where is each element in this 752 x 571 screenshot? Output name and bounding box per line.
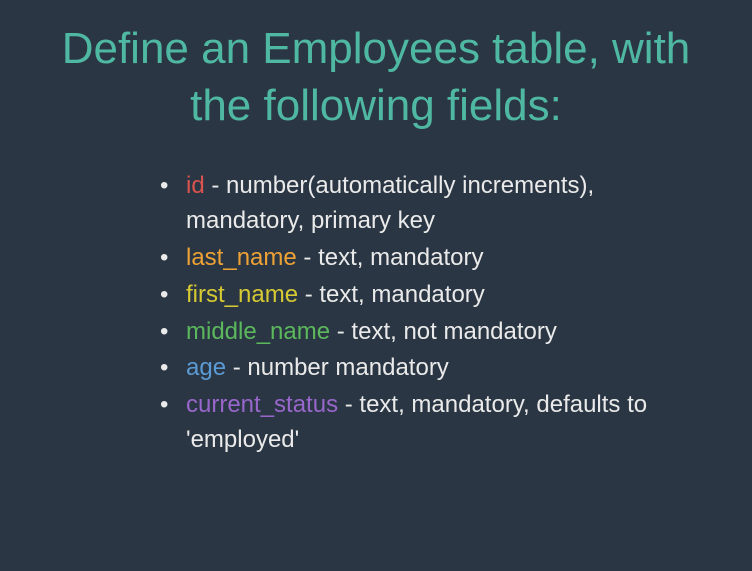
- list-item: last_name - text, mandatory: [160, 241, 712, 276]
- field-name-middle-name: middle_name: [186, 318, 330, 345]
- field-desc: - number(automatically increments), mand…: [186, 172, 594, 234]
- list-item: age - number mandatory: [160, 351, 712, 386]
- field-name-id: id: [186, 172, 205, 199]
- field-name-last-name: last_name: [186, 244, 297, 271]
- list-item: current_status - text, mandatory, defaul…: [160, 388, 712, 458]
- field-desc: - text, not mandatory: [330, 318, 557, 345]
- list-item: middle_name - text, not mandatory: [160, 315, 712, 350]
- field-desc: - text, mandatory: [298, 281, 485, 308]
- list-item: first_name - text, mandatory: [160, 278, 712, 313]
- field-desc: - number mandatory: [226, 354, 449, 381]
- slide-heading: Define an Employees table, with the foll…: [40, 20, 712, 134]
- list-item: id - number(automatically increments), m…: [160, 169, 712, 239]
- field-desc: - text, mandatory: [297, 244, 484, 271]
- fields-list: id - number(automatically increments), m…: [40, 169, 712, 457]
- field-name-age: age: [186, 354, 226, 381]
- field-name-first-name: first_name: [186, 281, 298, 308]
- field-name-current-status: current_status: [186, 391, 338, 418]
